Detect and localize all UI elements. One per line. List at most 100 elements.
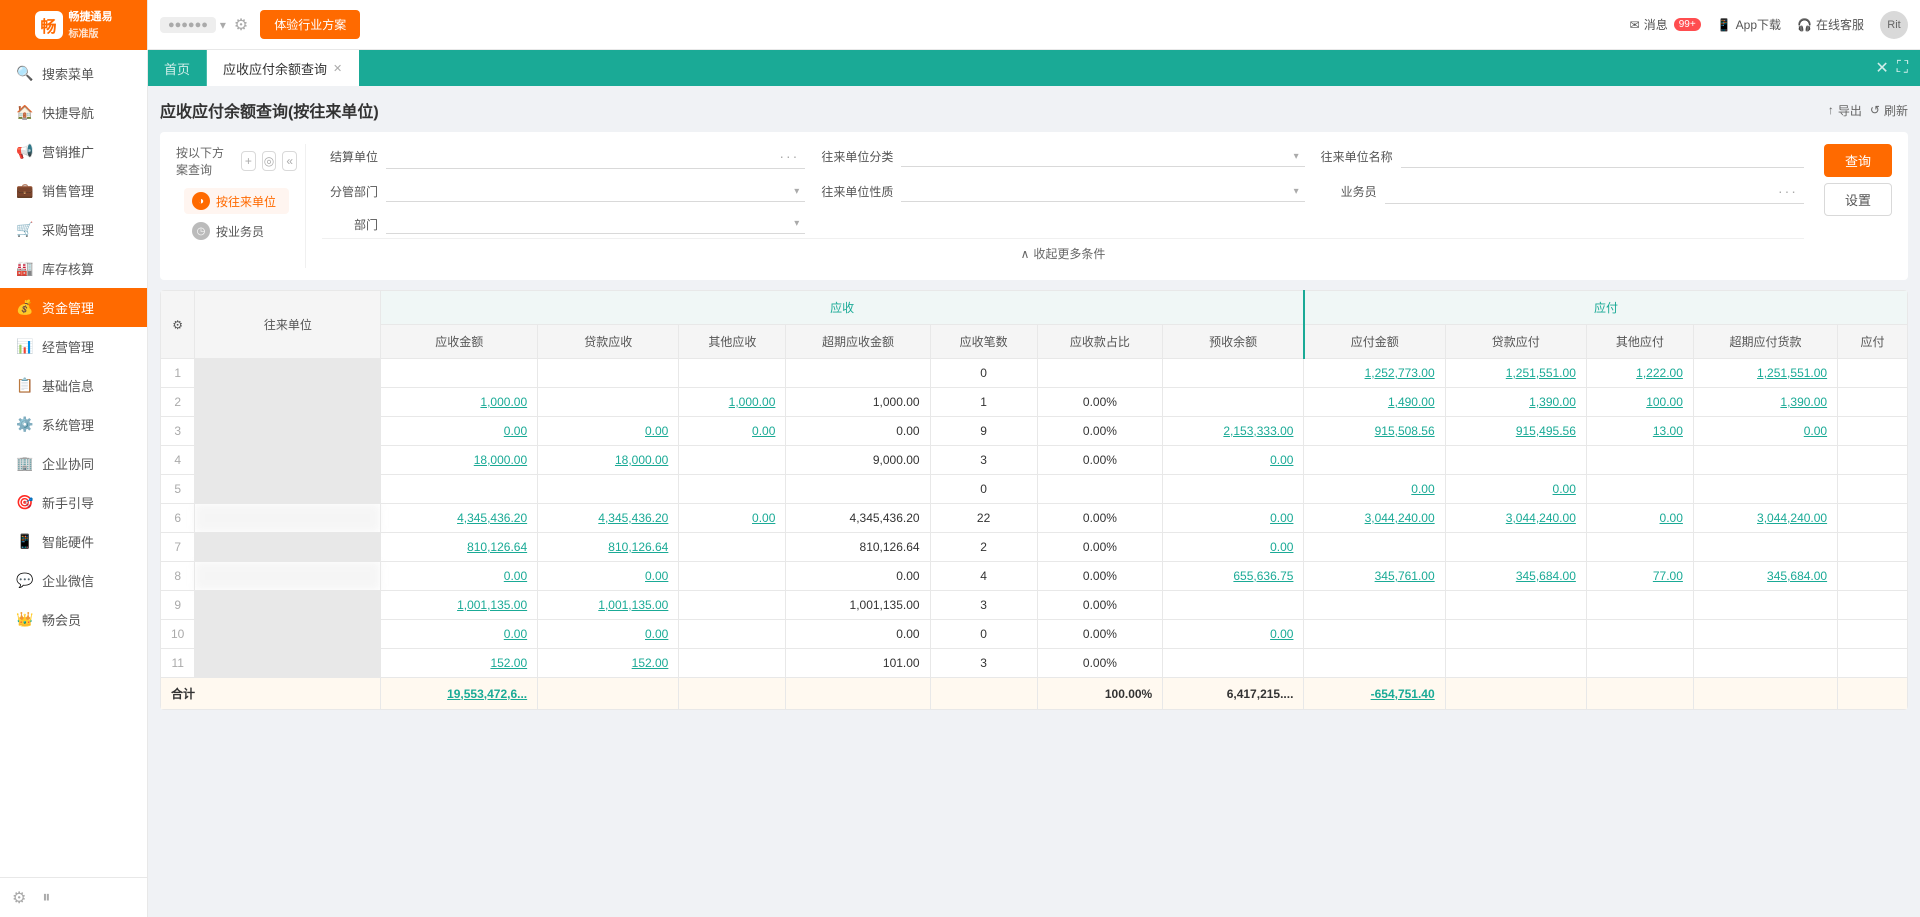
or-cell[interactable]: 0.00: [679, 417, 786, 446]
odp-cell[interactable]: 0.00: [1693, 417, 1837, 446]
sidebar-item-basic[interactable]: 📋 基础信息: [0, 366, 147, 405]
ra-cell[interactable]: 152.00: [381, 649, 538, 678]
message-item[interactable]: ✉ 消息 99+: [1630, 16, 1701, 33]
tab-close-icon[interactable]: ✕: [333, 62, 342, 75]
dots-icon[interactable]: ···: [1778, 183, 1798, 199]
footer-collapse-icon[interactable]: ⏸: [42, 889, 50, 907]
lp-cell[interactable]: 345,684.00: [1445, 562, 1586, 591]
ra-cell[interactable]: 0.00: [381, 417, 538, 446]
odp-cell[interactable]: 1,251,551.00: [1693, 359, 1837, 388]
sidebar-item-marketing[interactable]: 📢 营销推广: [0, 132, 147, 171]
lp-cell[interactable]: 3,044,240.00: [1445, 504, 1586, 533]
ab-cell[interactable]: 0.00: [1163, 446, 1304, 475]
summary-ra[interactable]: 19,553,472,6...: [381, 678, 538, 710]
ab-cell[interactable]: 0.00: [1163, 620, 1304, 649]
lp-cell[interactable]: 915,495.56: [1445, 417, 1586, 446]
salesperson-select[interactable]: ···: [1385, 179, 1804, 204]
pa-cell[interactable]: 1,490.00: [1304, 388, 1445, 417]
lr-cell[interactable]: 152.00: [538, 649, 679, 678]
app-download-item[interactable]: 📱 App下载: [1717, 16, 1781, 33]
avatar[interactable]: Rit: [1880, 11, 1908, 39]
lp-cell[interactable]: 1,390.00: [1445, 388, 1586, 417]
op-cell[interactable]: 1,222.00: [1586, 359, 1693, 388]
dept-select[interactable]: ▾: [386, 214, 805, 234]
sidebar-item-wechat[interactable]: 💬 企业微信: [0, 561, 147, 600]
settings-button[interactable]: 设置: [1824, 183, 1892, 216]
solution-button[interactable]: 体验行业方案: [260, 10, 360, 39]
ra-cell[interactable]: 18,000.00: [381, 446, 538, 475]
sidebar-item-finance[interactable]: 💰 资金管理: [0, 288, 147, 327]
summary-pa[interactable]: -654,751.40: [1304, 678, 1445, 710]
unit-nature-select[interactable]: ▾: [901, 182, 1304, 202]
refresh-button[interactable]: ↺ 刷新: [1870, 102, 1908, 119]
settlement-unit-select[interactable]: ···: [386, 144, 805, 169]
footer-settings-icon[interactable]: ⚙: [12, 888, 26, 908]
collapse-btn[interactable]: ∧ 收起更多条件: [322, 238, 1804, 268]
op-cell[interactable]: 100.00: [1586, 388, 1693, 417]
scheme-by-staff[interactable]: ◷ 按业务员: [184, 218, 289, 244]
tab-close-all-icon[interactable]: ✕: [1875, 58, 1888, 78]
dept-charge-select[interactable]: ▾: [386, 182, 805, 202]
or-cell[interactable]: 0.00: [679, 504, 786, 533]
add-scheme-icon[interactable]: +: [241, 151, 256, 171]
ra-cell[interactable]: 810,126.64: [381, 533, 538, 562]
op-cell[interactable]: 0.00: [1586, 504, 1693, 533]
odp-cell[interactable]: 345,684.00: [1693, 562, 1837, 591]
odp-cell[interactable]: 3,044,240.00: [1693, 504, 1837, 533]
tab-home[interactable]: 首页: [148, 50, 207, 86]
sidebar-item-nav[interactable]: 🏠 快捷导航: [0, 93, 147, 132]
pa-cell[interactable]: 915,508.56: [1304, 417, 1445, 446]
lr-cell[interactable]: 18,000.00: [538, 446, 679, 475]
collapse-left-icon[interactable]: «: [282, 151, 297, 171]
sidebar-item-warehouse[interactable]: 🏭 库存核算: [0, 249, 147, 288]
ab-cell[interactable]: 2,153,333.00: [1163, 417, 1304, 446]
lp-cell[interactable]: 0.00: [1445, 475, 1586, 504]
online-service-item[interactable]: 🎧 在线客服: [1797, 16, 1864, 33]
pa-cell[interactable]: 1,252,773.00: [1304, 359, 1445, 388]
op-cell[interactable]: 13.00: [1586, 417, 1693, 446]
ra-cell[interactable]: 1,001,135.00: [381, 591, 538, 620]
lr-cell[interactable]: 0.00: [538, 417, 679, 446]
sidebar-item-system[interactable]: ⚙️ 系统管理: [0, 405, 147, 444]
ab-cell[interactable]: 655,636.75: [1163, 562, 1304, 591]
tab-receivable[interactable]: 应收应付余额查询 ✕: [207, 50, 359, 86]
lr-cell[interactable]: 0.00: [538, 562, 679, 591]
pa-cell[interactable]: 345,761.00: [1304, 562, 1445, 591]
lr-cell[interactable]: 1,001,135.00: [538, 591, 679, 620]
ra-cell[interactable]: 4,345,436.20: [381, 504, 538, 533]
unit-category-select[interactable]: ▾: [901, 147, 1304, 167]
ra-cell[interactable]: 0.00: [381, 620, 538, 649]
sidebar-item-purchase[interactable]: 🛒 采购管理: [0, 210, 147, 249]
odp-cell[interactable]: 1,390.00: [1693, 388, 1837, 417]
sidebar-item-sales[interactable]: 💼 销售管理: [0, 171, 147, 210]
query-button[interactable]: 查询: [1824, 144, 1892, 177]
pa-cell[interactable]: 0.00: [1304, 475, 1445, 504]
unit-name-input[interactable]: [1401, 145, 1804, 168]
lr-cell[interactable]: 810,126.64: [538, 533, 679, 562]
settings-icon[interactable]: ⚙: [234, 15, 248, 35]
ab-cell[interactable]: 0.00: [1163, 533, 1304, 562]
ra-cell[interactable]: 0.00: [381, 562, 538, 591]
scheme-settings-icon[interactable]: ◎: [262, 151, 277, 171]
row-num: 8: [161, 562, 195, 591]
sidebar-item-vip[interactable]: 👑 畅会员: [0, 600, 147, 639]
table-settings-icon[interactable]: ⚙: [172, 318, 183, 332]
export-button[interactable]: ↑ 导出: [1828, 102, 1862, 119]
lp-cell[interactable]: 1,251,551.00: [1445, 359, 1586, 388]
sidebar-item-search[interactable]: 🔍 搜索菜单: [0, 54, 147, 93]
sidebar-item-guide[interactable]: 🎯 新手引导: [0, 483, 147, 522]
sidebar-item-operation[interactable]: 📊 经营管理: [0, 327, 147, 366]
ab-cell[interactable]: 0.00: [1163, 504, 1304, 533]
tab-fullscreen-icon[interactable]: ⛶: [1897, 59, 1908, 77]
sidebar-item-corp[interactable]: 🏢 企业协同: [0, 444, 147, 483]
dots-icon[interactable]: ···: [779, 148, 799, 164]
lr-cell[interactable]: 4,345,436.20: [538, 504, 679, 533]
op-cell[interactable]: 77.00: [1586, 562, 1693, 591]
sidebar-item-hardware[interactable]: 📱 智能硬件: [0, 522, 147, 561]
table-settings-cell[interactable]: ⚙: [161, 291, 195, 359]
or-cell[interactable]: 1,000.00: [679, 388, 786, 417]
lr-cell[interactable]: 0.00: [538, 620, 679, 649]
ra-cell[interactable]: 1,000.00: [381, 388, 538, 417]
scheme-by-unit[interactable]: ◑ 按往来单位: [184, 188, 289, 214]
pa-cell[interactable]: 3,044,240.00: [1304, 504, 1445, 533]
